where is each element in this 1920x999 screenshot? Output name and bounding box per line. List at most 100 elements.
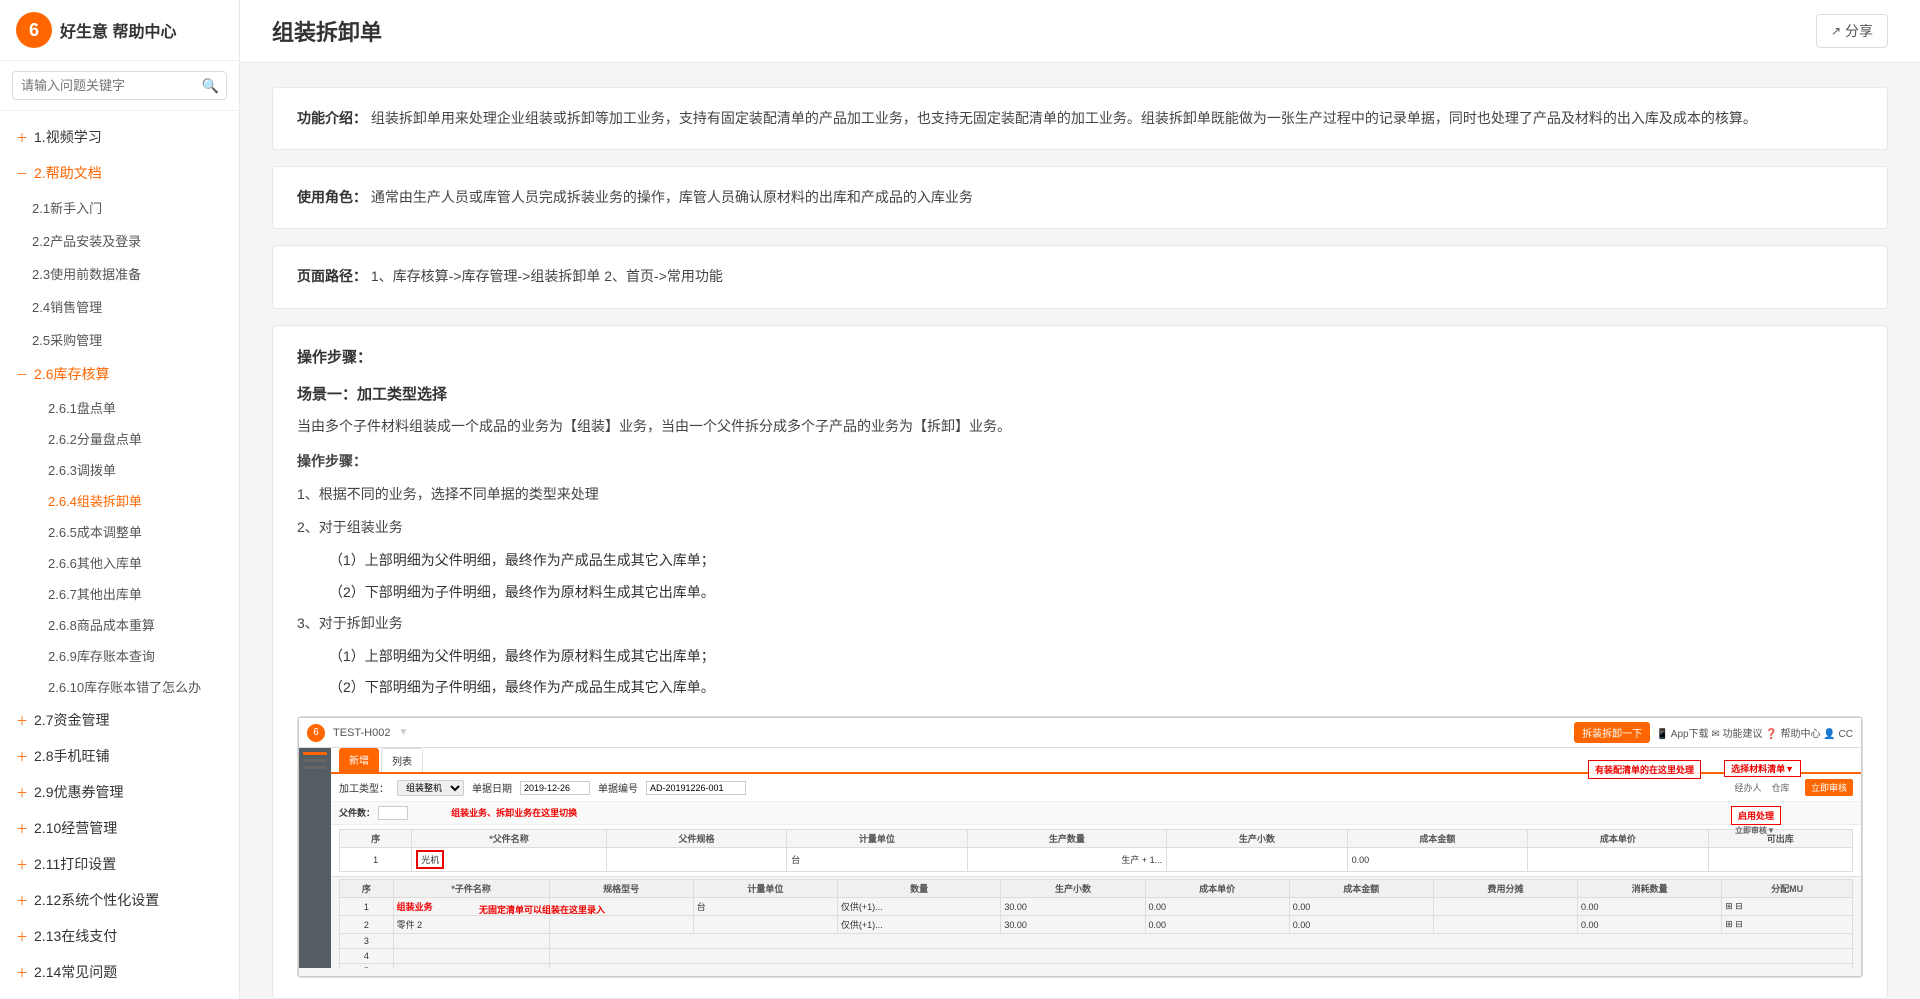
sidebar-item-partial-stocktake[interactable]: 2.6.2分量盘点单 bbox=[0, 423, 239, 454]
sim-lrow1-exp bbox=[1433, 898, 1577, 916]
sidebar-item-faq[interactable]: ＋ 2.14常见问题 bbox=[0, 954, 239, 990]
assemble-item-1: （1）上部明细为父件明细，最终作为产成品生成其它入库单； bbox=[329, 548, 1863, 573]
app-name: 好生意 帮助中心 bbox=[60, 18, 176, 42]
path-label: 页面路径： bbox=[297, 268, 367, 284]
sim-lrow1-unit: 台 bbox=[693, 898, 837, 916]
sidebar-item-data-prep[interactable]: 2.3使用前数据准备 bbox=[0, 257, 239, 290]
sim-lrow2-cu: 0.00 bbox=[1145, 916, 1289, 934]
page-title: 组装拆卸单 bbox=[272, 15, 382, 47]
inventory-sub: 2.6.1盘点单 2.6.2分量盘点单 2.6.3调拨单 2.6.4组装拆卸单 … bbox=[0, 392, 239, 702]
sidebar-item-video[interactable]: ＋ 1.视频学习 bbox=[0, 119, 239, 155]
steps-section: 操作步骤： 场景一：加工类型选择 当由多个子件材料组装成一个成品的业务为【组装】… bbox=[272, 325, 1888, 999]
annotation-select-area: 选择材料清单▼ bbox=[1724, 760, 1801, 777]
screenshot-container: 6 TEST-H002 ▼ 拆装拆卸一下 📱 App下载 ✉ 功能建议 ❓ 帮助… bbox=[297, 716, 1863, 978]
anno3-sub: 立即审核▼ bbox=[1735, 825, 1781, 836]
sidebar-item-other-in[interactable]: 2.6.6其他入库单 bbox=[0, 547, 239, 578]
sidebar-item-purchase[interactable]: 2.5采购管理 bbox=[0, 323, 239, 356]
sim-lrow1-dec: 30.00 bbox=[1001, 898, 1145, 916]
annotation4-box: 无固定清单可以组装在这里录入 bbox=[479, 903, 605, 916]
main-header: 组装拆卸单 ↗ 分享 bbox=[240, 0, 1920, 63]
sim-type-label: 加工类型： bbox=[339, 780, 389, 795]
sim-lth-expense: 费用分摊 bbox=[1433, 880, 1577, 898]
sim-select-box: 选择材料清单▼ bbox=[1724, 760, 1801, 777]
sim-td-row1-1: 1 bbox=[340, 848, 412, 872]
disassemble-item-2: （2）下部明细为子件明细，最终作为产成品生成其它入库单。 bbox=[329, 675, 1863, 700]
sim-lower-section: 序 *子件名称 规格型号 计量单位 数量 生产小数 成本单价 成本金额 bbox=[331, 876, 1861, 968]
sim-lrow4-name bbox=[393, 949, 549, 964]
sim-orange-btn[interactable]: 拆装拆卸一下 bbox=[1574, 722, 1650, 743]
sim-right-info: 经办人 仓库 bbox=[1734, 781, 1797, 794]
sidebar-item-cost-adj[interactable]: 2.6.5成本调整单 bbox=[0, 516, 239, 547]
sim-type-select[interactable]: 组装整机 拆卸整机 bbox=[397, 780, 464, 796]
sim-td-row1-avail bbox=[1708, 848, 1852, 872]
sim-lrow2-name: 零件 2 bbox=[393, 916, 549, 934]
sidebar-item-help-docs-label: 2.帮助文档 bbox=[34, 163, 102, 183]
search-box: 🔍 bbox=[0, 61, 239, 111]
sim-upper-table-area: 序 *父件名称 父件规格 计量单位 生产数量 生产小数 成本金额 成本单价 bbox=[331, 825, 1861, 876]
sidebar-item-inventory[interactable]: － 2.6库存核算 bbox=[0, 356, 239, 392]
sim-lrow2-con: 0.00 bbox=[1578, 916, 1722, 934]
sidebar-item-beginner[interactable]: 2.1新手入门 bbox=[0, 191, 239, 224]
sidebar-item-help-docs[interactable]: － 2.帮助文档 bbox=[0, 155, 239, 191]
sidebar-item-payment[interactable]: ＋ 2.13在线支付 bbox=[0, 918, 239, 954]
sim-num-input[interactable] bbox=[646, 781, 746, 795]
sim-divider: ▼ bbox=[398, 727, 408, 738]
sim-main-area: 新增 列表 加工类型： 组装整机 拆卸整机 单据日期 bbox=[331, 748, 1861, 968]
sim-lrow2-exp bbox=[1433, 916, 1577, 934]
sim-lrow1-qty: 仅供(+1)... bbox=[837, 898, 1000, 916]
share-icon: ↗ bbox=[1831, 24, 1841, 38]
sidebar-item-customize[interactable]: ＋ 2.12系统个性化设置 bbox=[0, 882, 239, 918]
help-docs-sub: 2.1新手入门 2.2产品安装及登录 2.3使用前数据准备 2.4销售管理 2.… bbox=[0, 191, 239, 702]
assemble-item-2: （2）下部明细为子件明细，最终作为原材料生成其它出库单。 bbox=[329, 580, 1863, 605]
sim-lrow2-spec bbox=[549, 916, 693, 934]
sim-tab-new[interactable]: 新增 bbox=[339, 748, 379, 772]
sidebar-item-stocktake[interactable]: 2.6.1盘点单 bbox=[0, 392, 239, 423]
sim-td-row1-unit: 台 bbox=[787, 848, 967, 872]
sim-tab-list[interactable]: 列表 bbox=[381, 748, 423, 772]
sim-anno-label: 组装业务 bbox=[397, 902, 433, 912]
sim-lrow1-mu: ⊞ ⊟ bbox=[1722, 898, 1853, 916]
sidebar-nav: ＋ 1.视频学习 － 2.帮助文档 2.1新手入门 2.2产品安装及登录 2.3… bbox=[0, 111, 239, 999]
sidebar-item-cases[interactable]: ＋ 2.15操作案例 bbox=[0, 990, 239, 999]
path-text: 1、库存核算->库存管理->组装拆卸单 2、首页->常用功能 bbox=[371, 268, 723, 284]
sidebar-item-print[interactable]: ＋ 2.11打印设置 bbox=[0, 846, 239, 882]
sidebar-item-coupon[interactable]: ＋ 2.9优惠券管理 bbox=[0, 774, 239, 810]
logo-icon: 6 bbox=[16, 12, 52, 48]
search-input[interactable] bbox=[12, 71, 227, 100]
sidebar-item-transfer[interactable]: 2.6.3调拨单 bbox=[0, 454, 239, 485]
sidebar-item-inventory-query[interactable]: 2.6.9库存账本查询 bbox=[0, 640, 239, 671]
sim-td-row1-spec bbox=[606, 848, 786, 872]
sidebar-item-install[interactable]: 2.2产品安装及登录 bbox=[0, 224, 239, 257]
sidebar-item-other-out[interactable]: 2.6.7其他出库单 bbox=[0, 578, 239, 609]
plus-icon: ＋ bbox=[16, 129, 28, 146]
sim-lrow1-con: 0.00 bbox=[1578, 898, 1722, 916]
sim-lth-spec: 规格型号 bbox=[549, 880, 693, 898]
disassemble-item-1: （1）上部明细为父件明细，最终作为原材料生成其它出库单； bbox=[329, 644, 1863, 669]
scenario1-title: 场景一：加工类型选择 bbox=[297, 383, 1863, 404]
sim-lrow3-name bbox=[393, 934, 549, 949]
sim-th-spec: 父件规格 bbox=[606, 830, 786, 848]
sidebar-item-inventory-fix[interactable]: 2.6.10库存账本错了怎么办 bbox=[0, 671, 239, 702]
annotation1-box: 有装配清单的在这里处理 bbox=[1588, 760, 1701, 779]
sidebar-item-ops[interactable]: ＋ 2.10经营管理 bbox=[0, 810, 239, 846]
sim-td-row1-costunit bbox=[1528, 848, 1708, 872]
inventory-minus-icon: － bbox=[16, 366, 28, 383]
sidebar-item-finance[interactable]: ＋ 2.7资金管理 bbox=[0, 702, 239, 738]
sim-logo: 6 bbox=[307, 724, 325, 742]
sidebar-item-sales[interactable]: 2.4销售管理 bbox=[0, 290, 239, 323]
sim-th-cost-amt: 成本金额 bbox=[1347, 830, 1527, 848]
share-button[interactable]: ↗ 分享 bbox=[1816, 14, 1888, 48]
sidebar-item-cost-recalc[interactable]: 2.6.8商品成本重算 bbox=[0, 609, 239, 640]
sim-th-1: 序 bbox=[340, 830, 412, 848]
sim-num-label: 单据编号 bbox=[598, 780, 638, 795]
sim-save-btn[interactable]: 立即审核 bbox=[1805, 779, 1853, 796]
sidebar: 6 好生意 帮助中心 🔍 ＋ 1.视频学习 － 2.帮助文档 2.1新手入门 2… bbox=[0, 0, 240, 999]
sim-lth-dec: 生产小数 bbox=[1001, 880, 1145, 898]
sidebar-item-assembly[interactable]: 2.6.4组装拆卸单 bbox=[0, 485, 239, 516]
sim-date-input[interactable] bbox=[520, 781, 590, 795]
sim-lrow5-num: 5 bbox=[340, 964, 394, 969]
sim-count-input[interactable] bbox=[378, 806, 408, 820]
payment-plus-icon: ＋ bbox=[16, 928, 28, 945]
sim-body: 新增 列表 加工类型： 组装整机 拆卸整机 单据日期 bbox=[299, 748, 1861, 968]
sidebar-item-mobile[interactable]: ＋ 2.8手机旺铺 bbox=[0, 738, 239, 774]
